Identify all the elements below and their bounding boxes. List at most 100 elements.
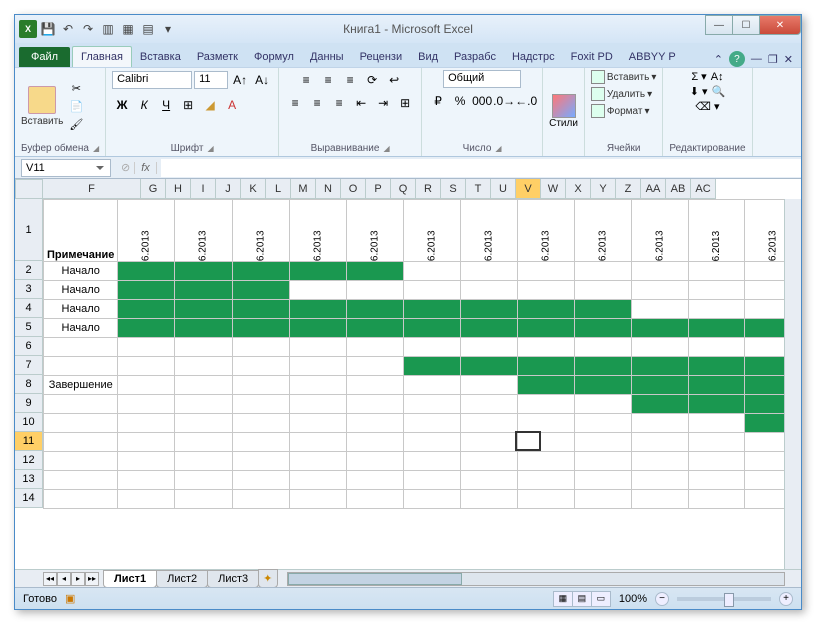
align-center-icon[interactable]: ≡ — [307, 93, 327, 113]
col-header-U[interactable]: U — [491, 179, 516, 199]
dec-decimal-icon[interactable]: ←.0 — [516, 91, 536, 111]
align-top-icon[interactable]: ≡ — [296, 70, 316, 90]
tab-file[interactable]: Файл — [19, 47, 70, 67]
col-header-F[interactable]: F — [43, 179, 141, 199]
find-icon[interactable]: 🔍 — [711, 85, 725, 98]
redo-icon[interactable]: ↷ — [79, 20, 97, 38]
fx-button[interactable]: fx — [134, 162, 157, 174]
font-color-button[interactable]: A — [222, 95, 242, 115]
row-header-11[interactable]: 11 — [15, 432, 43, 451]
wrap-text-icon[interactable]: ↩ — [384, 70, 404, 90]
format-painter-icon[interactable]: 🖌 — [67, 116, 85, 132]
col-header-W[interactable]: W — [541, 179, 566, 199]
select-all-corner[interactable] — [15, 179, 43, 199]
zoom-slider[interactable] — [677, 597, 771, 601]
doc-close-icon[interactable]: ✕ — [784, 53, 793, 66]
new-sheet-button[interactable]: ✦ — [258, 569, 278, 587]
tab-addins[interactable]: Надстрс — [504, 47, 563, 67]
col-header-N[interactable]: N — [316, 179, 341, 199]
help-icon[interactable]: ? — [729, 51, 745, 67]
sheet-tab-3[interactable]: Лист3 — [207, 570, 259, 588]
col-header-K[interactable]: K — [241, 179, 266, 199]
font-dialog-icon[interactable]: ◢ — [207, 144, 213, 153]
align-left-icon[interactable]: ≡ — [285, 93, 305, 113]
row-header-7[interactable]: 7 — [15, 356, 43, 375]
merge-icon[interactable]: ⊞ — [395, 93, 415, 113]
formula-cancel-icon[interactable]: ⊘ — [117, 161, 134, 174]
shrink-font-icon[interactable]: A↓ — [252, 70, 272, 90]
align-right-icon[interactable]: ≡ — [329, 93, 349, 113]
row-header-9[interactable]: 9 — [15, 394, 43, 413]
comma-icon[interactable]: 000 — [472, 91, 492, 111]
align-middle-icon[interactable]: ≡ — [318, 70, 338, 90]
row-header-13[interactable]: 13 — [15, 470, 43, 489]
col-header-AA[interactable]: AA — [641, 179, 666, 199]
page-break-view-icon[interactable]: ▭ — [591, 591, 611, 607]
sort-filter-icon[interactable]: A↕ — [711, 71, 724, 83]
col-header-J[interactable]: J — [216, 179, 241, 199]
formula-input[interactable] — [161, 159, 801, 177]
doc-restore-icon[interactable]: ❐ — [768, 53, 778, 66]
insert-cells-button[interactable]: Вставить ▾ — [591, 70, 656, 84]
sheet-tab-2[interactable]: Лист2 — [156, 570, 208, 588]
autosum-icon[interactable]: Σ ▾ — [691, 70, 706, 83]
col-header-V[interactable]: V — [516, 179, 541, 199]
currency-icon[interactable]: ₽ — [428, 91, 448, 111]
font-name-select[interactable]: Calibri — [112, 71, 192, 89]
col-header-G[interactable]: G — [141, 179, 166, 199]
bold-button[interactable]: Ж — [112, 95, 132, 115]
col-header-H[interactable]: H — [166, 179, 191, 199]
tab-foxit[interactable]: Foxit PD — [563, 47, 621, 67]
delete-cells-button[interactable]: Удалить ▾ — [591, 87, 652, 101]
vertical-scrollbar[interactable] — [784, 199, 801, 569]
row-header-8[interactable]: 8 — [15, 375, 43, 394]
sheet-tab-1[interactable]: Лист1 — [103, 570, 157, 588]
styles-button[interactable]: Стили — [549, 94, 578, 129]
tab-view[interactable]: Вид — [410, 47, 446, 67]
row-header-14[interactable]: 14 — [15, 489, 43, 508]
normal-view-icon[interactable]: ▦ — [553, 591, 573, 607]
col-header-Z[interactable]: Z — [616, 179, 641, 199]
col-header-O[interactable]: O — [341, 179, 366, 199]
qat-btn3-icon[interactable]: ▤ — [139, 20, 157, 38]
zoom-out-button[interactable]: − — [655, 592, 669, 606]
number-format-select[interactable]: Общий — [443, 70, 521, 88]
col-header-P[interactable]: P — [366, 179, 391, 199]
align-dialog-icon[interactable]: ◢ — [383, 144, 389, 153]
row-header-5[interactable]: 5 — [15, 318, 43, 337]
clear-icon[interactable]: ⌫ ▾ — [695, 100, 719, 113]
row-header-10[interactable]: 10 — [15, 413, 43, 432]
tab-dev[interactable]: Разрабс — [446, 47, 504, 67]
col-header-AC[interactable]: AC — [691, 179, 716, 199]
col-header-M[interactable]: M — [291, 179, 316, 199]
cut-icon[interactable]: ✂ — [67, 80, 85, 96]
indent-dec-icon[interactable]: ⇤ — [351, 93, 371, 113]
col-header-L[interactable]: L — [266, 179, 291, 199]
save-icon[interactable]: 💾 — [39, 20, 57, 38]
inc-decimal-icon[interactable]: .0→ — [494, 91, 514, 111]
tab-home[interactable]: Главная — [72, 46, 132, 67]
font-size-select[interactable]: 11 — [194, 71, 228, 89]
row-header-4[interactable]: 4 — [15, 299, 43, 318]
col-header-I[interactable]: I — [191, 179, 216, 199]
format-cells-button[interactable]: Формат ▾ — [591, 104, 650, 118]
row-header-1[interactable]: 1 — [15, 199, 43, 261]
col-header-AB[interactable]: AB — [666, 179, 691, 199]
horizontal-scrollbar[interactable] — [287, 572, 785, 586]
orientation-icon[interactable]: ⟳ — [362, 70, 382, 90]
close-button[interactable]: ✕ — [759, 15, 801, 35]
tab-data[interactable]: Данны — [302, 47, 352, 67]
sheet-nav[interactable]: ◂◂◂▸▸▸ — [43, 572, 99, 586]
border-button[interactable]: ⊞ — [178, 95, 198, 115]
tab-formulas[interactable]: Формул — [246, 47, 302, 67]
tab-abbyy[interactable]: ABBYY P — [621, 47, 684, 67]
fill-icon[interactable]: ⬇ ▾ — [690, 85, 708, 98]
grow-font-icon[interactable]: A↑ — [230, 70, 250, 90]
tab-insert[interactable]: Вставка — [132, 47, 189, 67]
zoom-level[interactable]: 100% — [619, 593, 647, 605]
page-layout-view-icon[interactable]: ▤ — [572, 591, 592, 607]
underline-button[interactable]: Ч — [156, 95, 176, 115]
col-header-S[interactable]: S — [441, 179, 466, 199]
qat-more-icon[interactable]: ▾ — [159, 20, 177, 38]
doc-minimize-icon[interactable]: — — [751, 53, 762, 65]
